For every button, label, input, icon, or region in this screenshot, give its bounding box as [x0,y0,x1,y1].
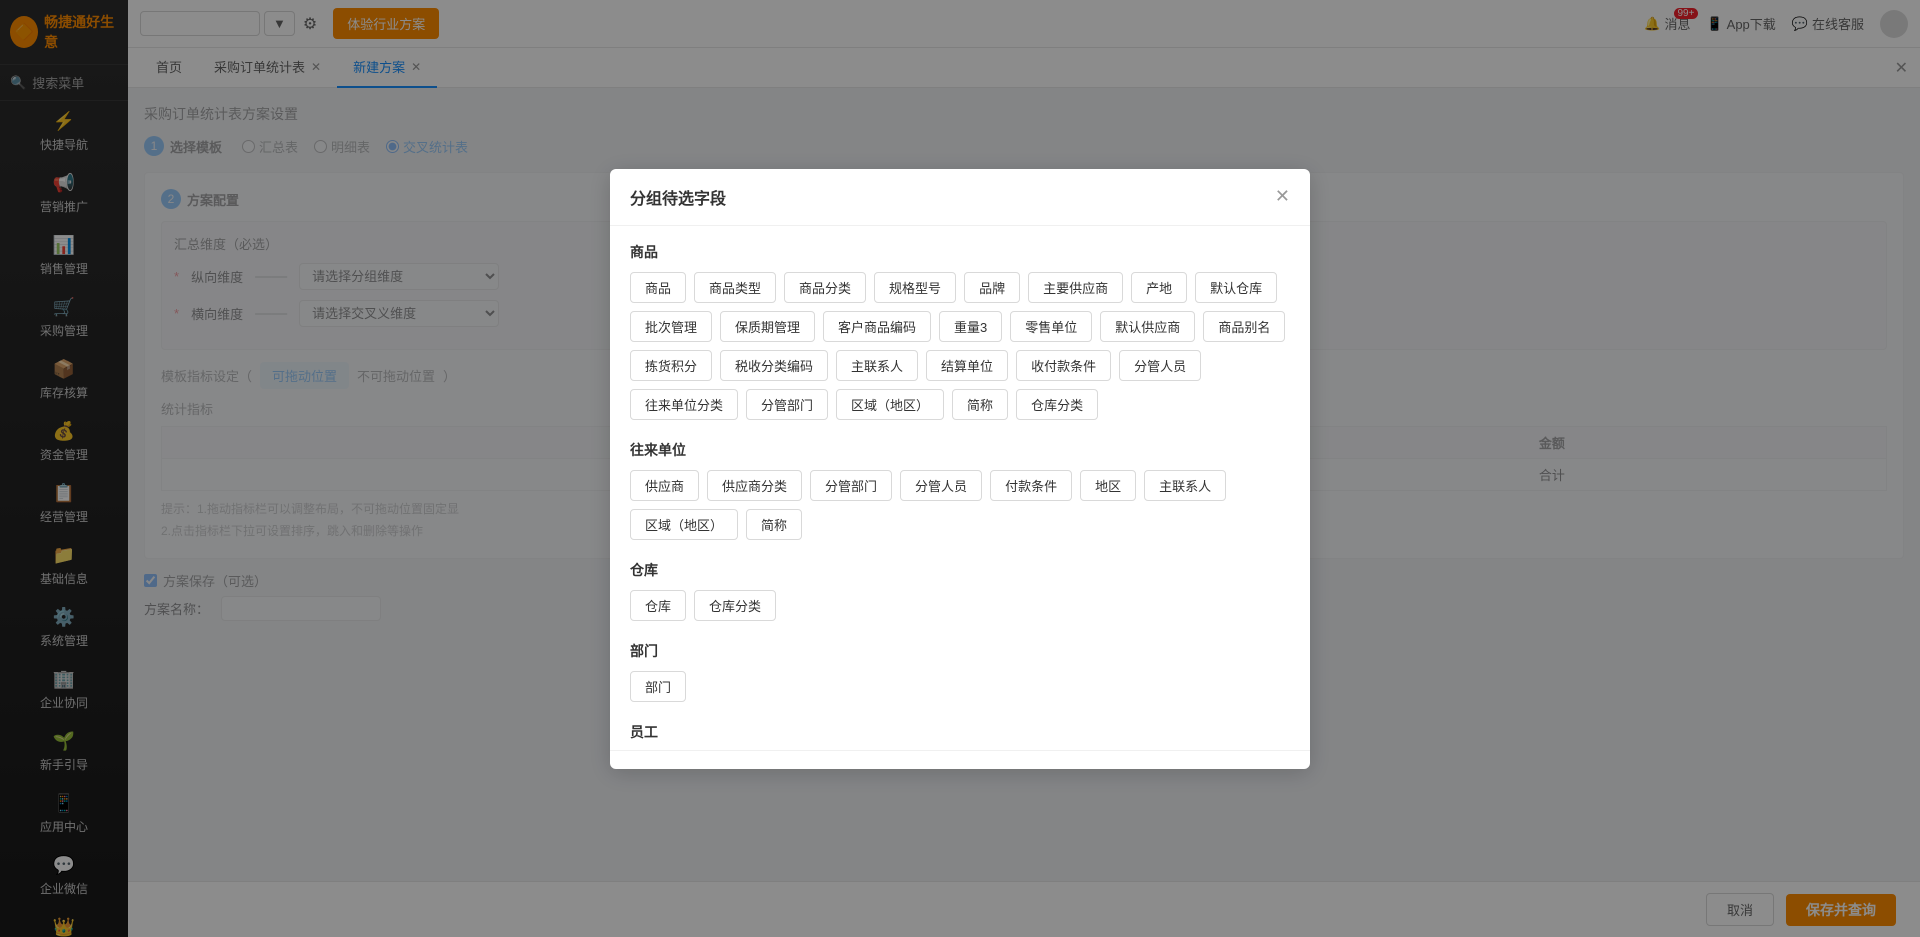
modal-title: 分组待选字段 [630,185,726,209]
field-chip-warehouse-category[interactable]: 仓库分类 [1016,389,1098,420]
field-chip-payment-terms[interactable]: 收付款条件 [1016,350,1111,381]
field-chip-weight3[interactable]: 重量3 [939,311,1002,342]
field-chip-product-type[interactable]: 商品类型 [694,272,776,303]
field-chip-main-supplier[interactable]: 主要供应商 [1028,272,1123,303]
modal-footer-scroll[interactable] [610,750,1310,768]
field-group-warehouse: 仓库仓库仓库分类 [630,560,1290,621]
field-chip-abbr2[interactable]: 简称 [746,509,802,540]
modal-header: 分组待选字段 ✕ [610,169,1310,226]
field-chip-customer-code[interactable]: 客户商品编码 [823,311,931,342]
field-chip-batch-mgmt[interactable]: 批次管理 [630,311,712,342]
field-chip-supplier[interactable]: 供应商 [630,470,699,501]
field-chip-product[interactable]: 商品 [630,272,686,303]
field-chip-default-warehouse[interactable]: 默认仓库 [1195,272,1277,303]
field-chips-department: 部门 [630,671,1290,702]
field-chip-dept[interactable]: 分管部门 [810,470,892,501]
field-chip-brand[interactable]: 品牌 [964,272,1020,303]
field-chip-supplier-category[interactable]: 供应商分类 [707,470,802,501]
field-chips-product: 商品商品类型商品分类规格型号品牌主要供应商产地默认仓库批次管理保质期管理客户商品… [630,272,1290,420]
field-chip-region[interactable]: 区域（地区） [836,389,944,420]
field-chip-main-contact[interactable]: 主联系人 [836,350,918,381]
field-chip-region2[interactable]: 地区 [1080,470,1136,501]
modal-overlay: 分组待选字段 ✕ 商品商品商品类型商品分类规格型号品牌主要供应商产地默认仓库批次… [0,0,1920,937]
field-chip-spec-type[interactable]: 规格型号 [874,272,956,303]
field-group-title-partner: 往来单位 [630,440,1290,460]
field-chip-warehouse-cat[interactable]: 仓库分类 [694,590,776,621]
field-chip-from-unit-category[interactable]: 往来单位分类 [630,389,738,420]
field-group-employee: 员工业务员 [630,722,1290,751]
field-chip-pickup-points[interactable]: 拣货积分 [630,350,712,381]
field-chips-warehouse: 仓库仓库分类 [630,590,1290,621]
field-group-partner: 往来单位供应商供应商分类分管部门分管人员付款条件地区主联系人区域（地区） 简称 [630,440,1290,540]
field-chip-main-contact2[interactable]: 主联系人 [1144,470,1226,501]
field-chip-product-alias[interactable]: 商品别名 [1203,311,1285,342]
field-group-title-product: 商品 [630,242,1290,262]
field-group-title-department: 部门 [630,641,1290,661]
field-chip-dept-person[interactable]: 分管人员 [900,470,982,501]
field-chip-default-supplier[interactable]: 默认供应商 [1100,311,1195,342]
field-group-product: 商品商品商品类型商品分类规格型号品牌主要供应商产地默认仓库批次管理保质期管理客户… [630,242,1290,420]
field-chip-region3[interactable]: 区域（地区） [630,509,738,540]
modal-body[interactable]: 商品商品商品类型商品分类规格型号品牌主要供应商产地默认仓库批次管理保质期管理客户… [610,226,1310,751]
field-chips-partner: 供应商供应商分类分管部门分管人员付款条件地区主联系人区域（地区） 简称 [630,470,1290,540]
field-chip-abbr[interactable]: 简称 [952,389,1008,420]
field-chip-product-category[interactable]: 商品分类 [784,272,866,303]
field-chip-payment-cond[interactable]: 付款条件 [990,470,1072,501]
field-chip-origin[interactable]: 产地 [1131,272,1187,303]
field-chip-department[interactable]: 部门 [630,671,686,702]
field-chip-warehouse[interactable]: 仓库 [630,590,686,621]
modal-dialog: 分组待选字段 ✕ 商品商品商品类型商品分类规格型号品牌主要供应商产地默认仓库批次… [610,169,1310,769]
field-chip-dept-mgmt[interactable]: 分管部门 [746,389,828,420]
field-group-department: 部门部门 [630,641,1290,702]
field-chip-retail-unit[interactable]: 零售单位 [1010,311,1092,342]
modal-close-btn[interactable]: ✕ [1275,186,1290,207]
field-group-title-employee: 员工 [630,722,1290,742]
field-chip-manager[interactable]: 分管人员 [1119,350,1201,381]
field-chip-tax-code[interactable]: 税收分类编码 [720,350,828,381]
field-chip-quality-mgmt[interactable]: 保质期管理 [720,311,815,342]
field-chip-settlement-unit[interactable]: 结算单位 [926,350,1008,381]
field-group-title-warehouse: 仓库 [630,560,1290,580]
